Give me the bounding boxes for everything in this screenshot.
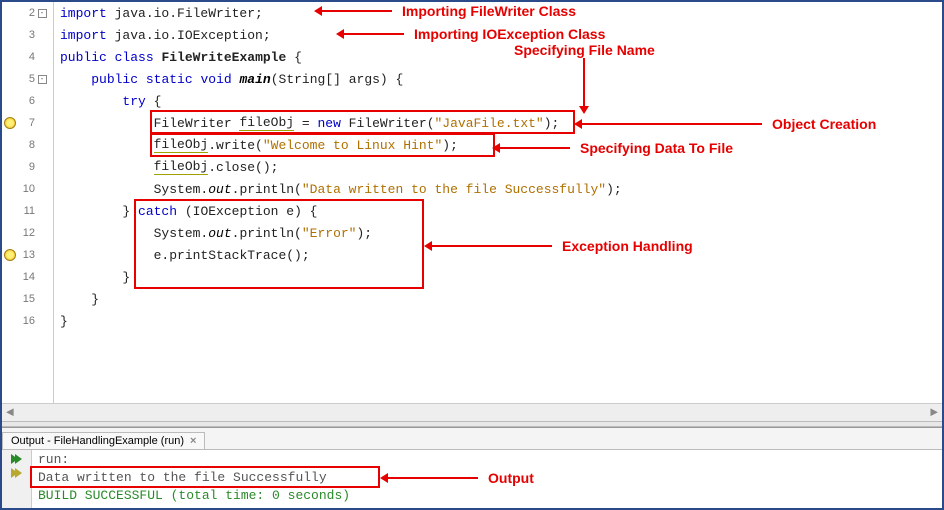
scroll-right-icon[interactable]: ► bbox=[926, 405, 942, 421]
method-name: main bbox=[240, 72, 271, 87]
line-number: 14 bbox=[23, 271, 35, 283]
code-text: (String[] args) { bbox=[271, 72, 404, 87]
code-text: { bbox=[146, 94, 162, 109]
code-text: = bbox=[294, 116, 317, 131]
line-number: 16 bbox=[23, 315, 35, 327]
line-number: 6 bbox=[29, 95, 35, 107]
keyword: void bbox=[200, 72, 231, 87]
code-text: out bbox=[208, 182, 231, 197]
keyword: new bbox=[317, 116, 340, 131]
code-text: e.printStackTrace(); bbox=[154, 248, 310, 263]
code-text: (IOException e) { bbox=[177, 204, 317, 219]
fold-icon[interactable]: - bbox=[38, 75, 47, 84]
code-text: } bbox=[122, 270, 130, 285]
lightbulb-icon[interactable] bbox=[4, 117, 16, 129]
code-text: .close(); bbox=[208, 160, 278, 175]
code-text: System. bbox=[154, 182, 209, 197]
code-text: .println( bbox=[232, 226, 302, 241]
horizontal-scrollbar[interactable]: ◄ ► bbox=[2, 403, 942, 421]
output-tabbar: Output - FileHandlingExample (run) × bbox=[2, 428, 942, 450]
string-literal: "Data written to the file Successfully" bbox=[302, 182, 606, 197]
keyword: import bbox=[60, 28, 107, 43]
line-number: 9 bbox=[29, 161, 35, 173]
console-line: BUILD SUCCESSFUL (total time: 0 seconds) bbox=[38, 488, 936, 506]
code-text: FileWriter( bbox=[341, 116, 435, 131]
keyword: class bbox=[115, 50, 154, 65]
code-area: 2- 3 4 5- 6 7 8 9 10 11 12 13 14 15 16 i… bbox=[2, 2, 942, 403]
code-text: } bbox=[60, 314, 68, 329]
output-gutter bbox=[2, 450, 32, 508]
code-text: { bbox=[286, 50, 302, 65]
line-number: 4 bbox=[29, 51, 35, 63]
variable: fileObj bbox=[154, 159, 209, 175]
code-text: ); bbox=[356, 226, 372, 241]
line-number: 13 bbox=[23, 249, 35, 261]
code-text: } bbox=[122, 204, 138, 219]
line-number: 11 bbox=[24, 205, 35, 217]
code-text: .println( bbox=[232, 182, 302, 197]
console-line: run: bbox=[38, 452, 936, 470]
output-console[interactable]: run: Data written to the file Successful… bbox=[32, 450, 942, 508]
console-line: Data written to the file Successfully bbox=[38, 470, 936, 488]
line-number: 10 bbox=[23, 183, 35, 195]
output-body: run: Data written to the file Successful… bbox=[2, 450, 942, 508]
code-text: } bbox=[91, 292, 99, 307]
code-text: ); bbox=[606, 182, 622, 197]
code-text: .write( bbox=[208, 138, 263, 153]
line-number: 3 bbox=[29, 29, 35, 41]
code-lines[interactable]: import java.io.FileWriter; import java.i… bbox=[54, 2, 942, 403]
code-text: FileWriter bbox=[154, 116, 240, 131]
line-number: 7 bbox=[29, 117, 35, 129]
line-number: 8 bbox=[29, 139, 35, 151]
run-icon[interactable] bbox=[15, 454, 22, 464]
lightbulb-icon[interactable] bbox=[4, 249, 16, 261]
tab-label: Output - FileHandlingExample (run) bbox=[11, 435, 184, 447]
line-number: 15 bbox=[23, 293, 35, 305]
keyword: public bbox=[60, 50, 107, 65]
class-name: FileWriteExample bbox=[161, 50, 286, 65]
output-tab[interactable]: Output - FileHandlingExample (run) × bbox=[2, 432, 205, 449]
code-text: java.io.IOException; bbox=[107, 28, 271, 43]
string-literal: "Welcome to Linux Hint" bbox=[263, 138, 442, 153]
close-icon[interactable]: × bbox=[190, 435, 196, 447]
keyword: static bbox=[146, 72, 193, 87]
line-number: 12 bbox=[23, 227, 35, 239]
variable: fileObj bbox=[154, 137, 209, 153]
variable: fileObj bbox=[239, 115, 294, 131]
fold-icon[interactable]: - bbox=[38, 9, 47, 18]
keyword: catch bbox=[138, 204, 177, 219]
scroll-left-icon[interactable]: ◄ bbox=[2, 405, 18, 421]
code-text: java.io.FileWriter; bbox=[107, 6, 263, 21]
rerun-icon[interactable] bbox=[15, 468, 22, 478]
keyword: try bbox=[122, 94, 145, 109]
code-text: ); bbox=[544, 116, 560, 131]
code-editor: 2- 3 4 5- 6 7 8 9 10 11 12 13 14 15 16 i… bbox=[2, 2, 942, 421]
keyword: public bbox=[91, 72, 138, 87]
code-text: System. bbox=[154, 226, 209, 241]
code-text: ); bbox=[442, 138, 458, 153]
output-pane: Output - FileHandlingExample (run) × run… bbox=[2, 427, 942, 508]
line-gutter: 2- 3 4 5- 6 7 8 9 10 11 12 13 14 15 16 bbox=[2, 2, 54, 403]
string-literal: "Error" bbox=[302, 226, 357, 241]
string-literal: "JavaFile.txt" bbox=[435, 116, 544, 131]
code-text: out bbox=[208, 226, 231, 241]
keyword: import bbox=[60, 6, 107, 21]
